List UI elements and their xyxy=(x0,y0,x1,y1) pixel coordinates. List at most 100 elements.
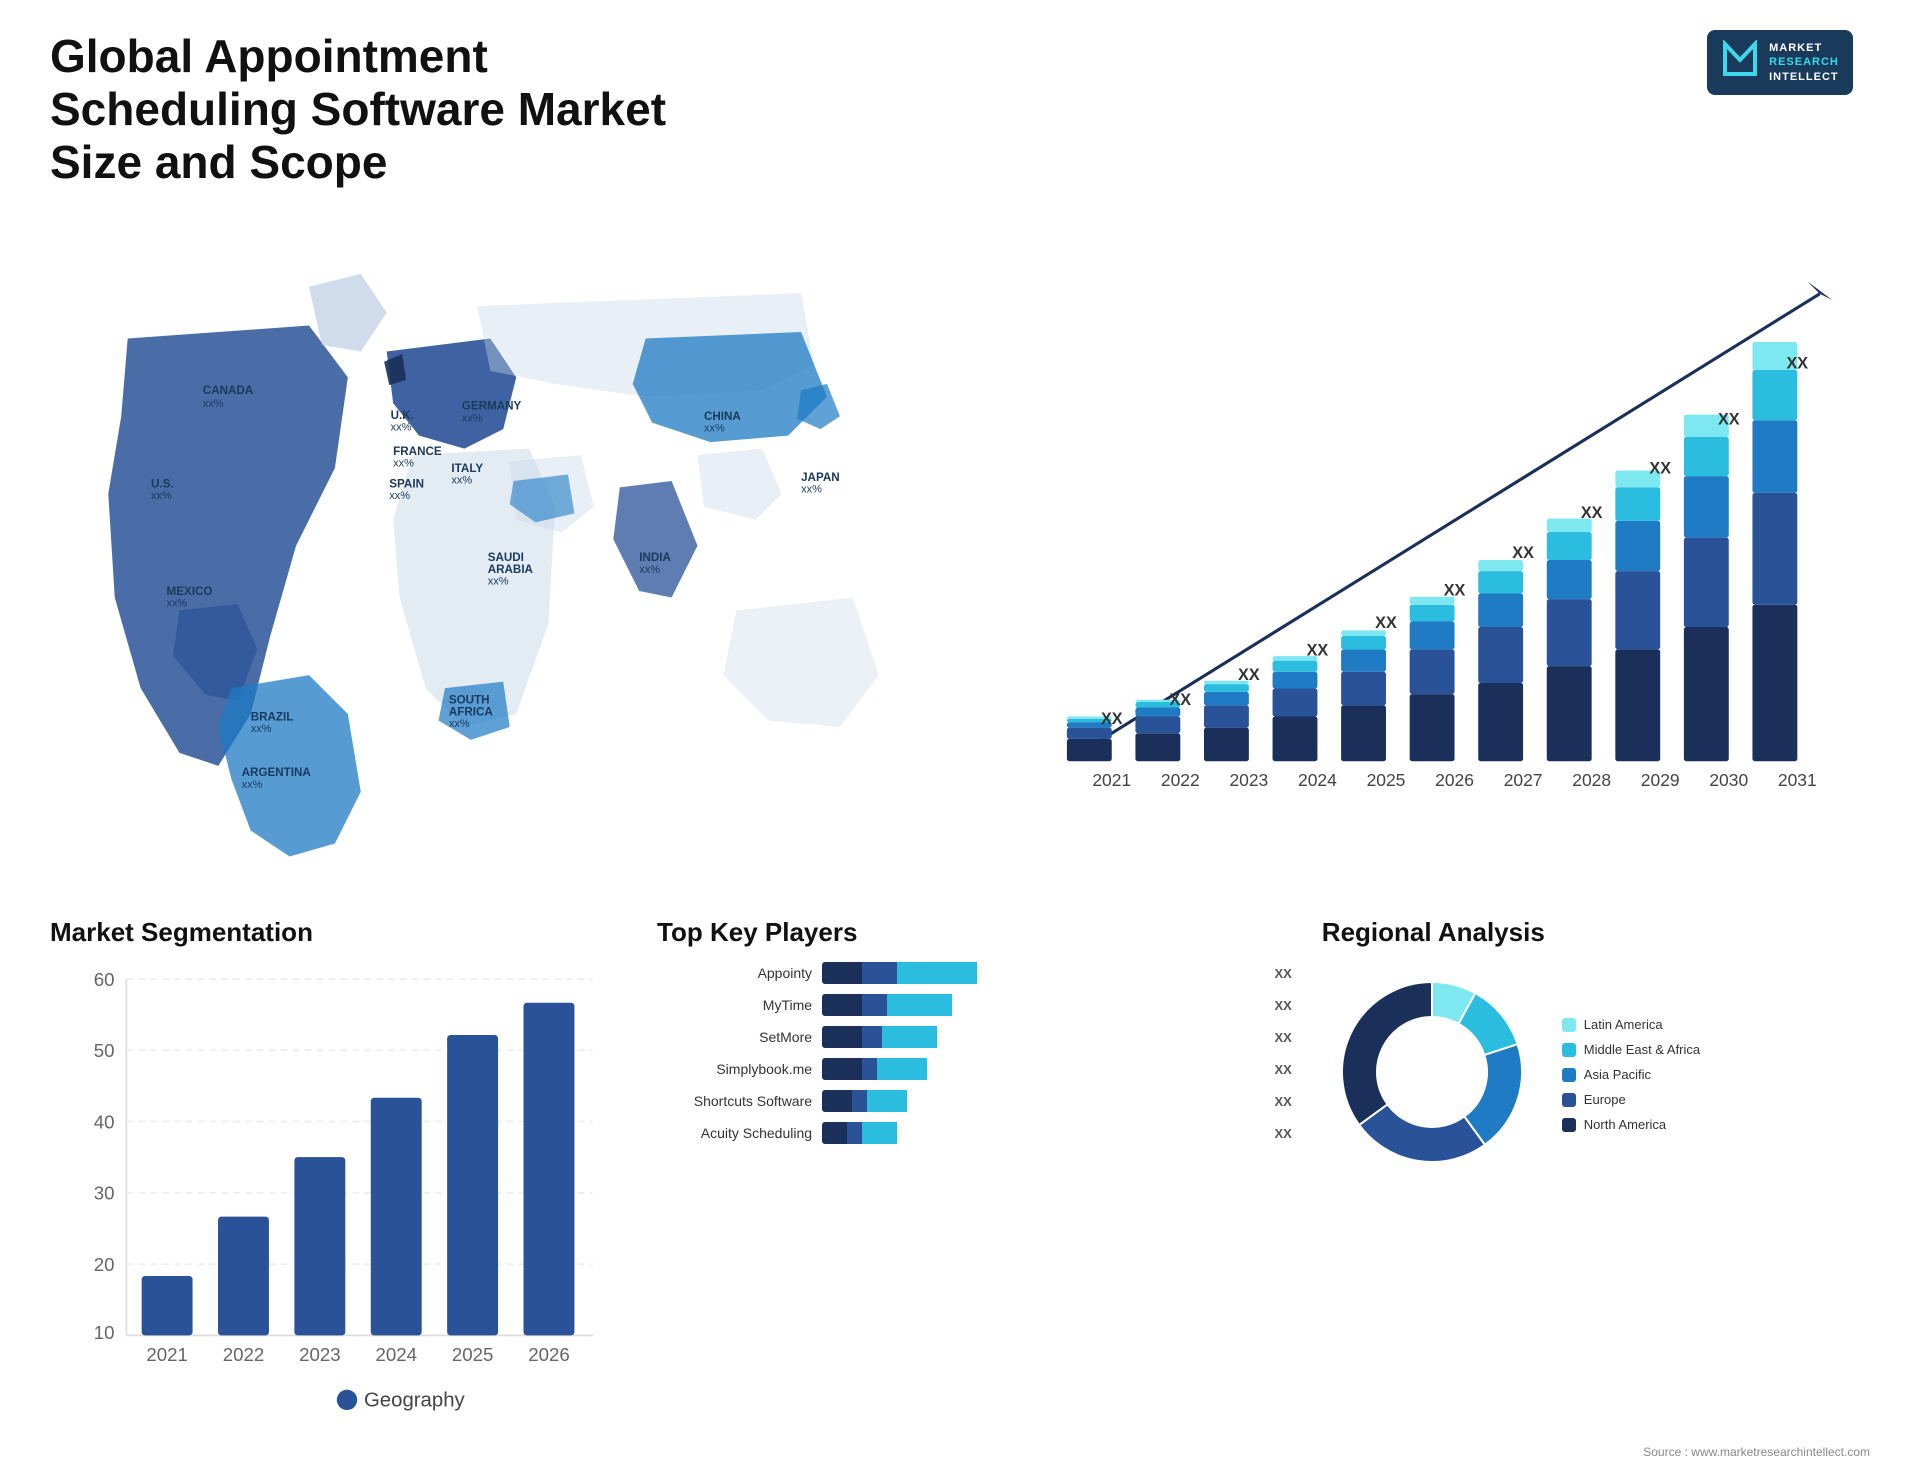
svg-text:2023: 2023 xyxy=(299,1344,341,1365)
svg-text:XX: XX xyxy=(1170,691,1192,709)
logo-area: MARKET RESEARCH INTELLECT xyxy=(1690,30,1870,95)
key-player-bar-area: XX xyxy=(822,1090,1292,1112)
legend-color xyxy=(1562,1068,1576,1082)
svg-text:xx%: xx% xyxy=(462,412,483,424)
legend-color xyxy=(1562,1018,1576,1032)
svg-text:xx%: xx% xyxy=(203,398,224,410)
key-player-row: MyTimeXX xyxy=(657,994,1292,1016)
svg-text:60: 60 xyxy=(94,969,115,990)
donut-chart xyxy=(1322,962,1542,1187)
key-player-name: Acuity Scheduling xyxy=(657,1125,812,1141)
svg-text:FRANCE: FRANCE xyxy=(393,445,442,458)
key-players-chart: AppointyXXMyTimeXXSetMoreXXSimplybook.me… xyxy=(657,962,1292,1144)
key-players-title: Top Key Players xyxy=(657,917,1292,948)
svg-text:ITALY: ITALY xyxy=(451,462,483,475)
world-map: CANADA xx% U.S. xx% MEXICO xx% BRAZIL xx… xyxy=(50,209,982,887)
svg-text:2021: 2021 xyxy=(146,1344,188,1365)
svg-text:GERMANY: GERMANY xyxy=(462,399,522,412)
key-player-stacked-bar xyxy=(822,994,1268,1016)
key-player-bar-area: XX xyxy=(822,1122,1292,1144)
svg-text:xx%: xx% xyxy=(242,779,263,791)
donut-segment xyxy=(1359,1104,1485,1162)
key-player-value: XX xyxy=(1274,966,1291,981)
legend-color xyxy=(1562,1043,1576,1057)
legend-item: Latin America xyxy=(1562,1017,1700,1032)
legend-item: North America xyxy=(1562,1117,1700,1132)
svg-text:XX: XX xyxy=(1101,709,1123,727)
key-player-value: XX xyxy=(1274,1126,1291,1141)
regional-chart-wrap: Latin America Middle East & Africa Asia Pa… xyxy=(1322,962,1870,1187)
svg-text:XX: XX xyxy=(1787,354,1809,372)
key-player-row: SetMoreXX xyxy=(657,1026,1292,1048)
svg-text:xx%: xx% xyxy=(801,483,822,495)
svg-text:XX: XX xyxy=(1376,614,1398,632)
legend-item: Asia Pacific xyxy=(1562,1067,1700,1082)
key-player-name: MyTime xyxy=(657,997,812,1013)
logo-letter xyxy=(1721,40,1759,85)
svg-text:2026: 2026 xyxy=(1436,770,1475,790)
legend-label: North America xyxy=(1584,1117,1666,1132)
svg-text:2025: 2025 xyxy=(452,1344,494,1365)
svg-text:Geography: Geography xyxy=(364,1390,466,1412)
key-player-stacked-bar xyxy=(822,962,1268,984)
svg-text:2027: 2027 xyxy=(1504,770,1543,790)
segmentation-title: Market Segmentation xyxy=(50,917,627,948)
regional-section: Regional Analysis Latin America Middle Ea… xyxy=(1322,917,1870,1187)
svg-text:2025: 2025 xyxy=(1367,770,1406,790)
svg-text:BRAZIL: BRAZIL xyxy=(251,710,294,723)
svg-text:ARGENTINA: ARGENTINA xyxy=(242,766,312,779)
svg-text:xx%: xx% xyxy=(639,564,660,576)
legend-item: Middle East & Africa xyxy=(1562,1042,1700,1057)
key-player-stacked-bar xyxy=(822,1122,1268,1144)
legend-color xyxy=(1562,1093,1576,1107)
svg-text:xx%: xx% xyxy=(393,457,414,469)
logo-text: MARKET RESEARCH INTELLECT xyxy=(1769,41,1839,84)
donut-segment xyxy=(1342,982,1432,1125)
top-section: CANADA xx% U.S. xx% MEXICO xx% BRAZIL xx… xyxy=(0,199,1920,907)
key-player-stacked-bar xyxy=(822,1026,1268,1048)
key-player-bar-area: XX xyxy=(822,962,1292,984)
svg-text:2031: 2031 xyxy=(1778,770,1817,790)
key-player-row: Acuity Scheduling XX xyxy=(657,1122,1292,1144)
svg-text:10: 10 xyxy=(94,1322,115,1343)
key-player-name: Simplybook.me xyxy=(657,1061,812,1077)
svg-text:U.K.: U.K. xyxy=(391,408,414,421)
legend-item: Europe xyxy=(1562,1092,1700,1107)
svg-text:xx%: xx% xyxy=(704,422,725,434)
svg-text:2030: 2030 xyxy=(1710,770,1749,790)
legend-label: Latin America xyxy=(1584,1017,1663,1032)
svg-text:xx%: xx% xyxy=(251,723,272,735)
svg-text:ARABIA: ARABIA xyxy=(488,563,534,576)
svg-text:MEXICO: MEXICO xyxy=(167,585,213,598)
svg-text:2023: 2023 xyxy=(1230,770,1269,790)
bottom-section: Market Segmentation 60 50 40 30 20 10 20… xyxy=(0,907,1920,1445)
key-player-stacked-bar xyxy=(822,1090,1268,1112)
svg-text:2028: 2028 xyxy=(1573,770,1612,790)
svg-text:JAPAN: JAPAN xyxy=(801,471,840,484)
legend-label: Europe xyxy=(1584,1092,1626,1107)
svg-text:2026: 2026 xyxy=(528,1344,570,1365)
svg-text:50: 50 xyxy=(94,1040,115,1061)
svg-text:xx%: xx% xyxy=(391,421,412,433)
regional-title: Regional Analysis xyxy=(1322,917,1870,948)
svg-text:XX: XX xyxy=(1238,666,1260,684)
logo-box: MARKET RESEARCH INTELLECT xyxy=(1707,30,1853,95)
svg-text:CANADA: CANADA xyxy=(203,384,254,397)
svg-text:CHINA: CHINA xyxy=(704,410,741,423)
svg-text:SPAIN: SPAIN xyxy=(389,477,424,490)
legend-color xyxy=(1562,1118,1576,1132)
svg-text:XX: XX xyxy=(1650,459,1672,477)
source-text: Source : www.marketresearchintellect.com xyxy=(0,1445,1920,1469)
svg-text:30: 30 xyxy=(94,1183,115,1204)
svg-text:AFRICA: AFRICA xyxy=(449,705,494,718)
regional-legend: Latin America Middle East & Africa Asia Pa… xyxy=(1562,1017,1700,1132)
svg-text:2024: 2024 xyxy=(1298,770,1337,790)
world-map-container: CANADA xx% U.S. xx% MEXICO xx% BRAZIL xx… xyxy=(50,209,982,887)
svg-text:2021: 2021 xyxy=(1093,770,1132,790)
svg-text:XX: XX xyxy=(1718,410,1740,428)
svg-text:xx%: xx% xyxy=(451,474,472,486)
svg-text:XX: XX xyxy=(1513,544,1535,562)
key-player-name: Shortcuts Software xyxy=(657,1093,812,1109)
svg-text:xx%: xx% xyxy=(488,575,509,587)
segmentation-section: Market Segmentation 60 50 40 30 20 10 20… xyxy=(50,917,627,1425)
